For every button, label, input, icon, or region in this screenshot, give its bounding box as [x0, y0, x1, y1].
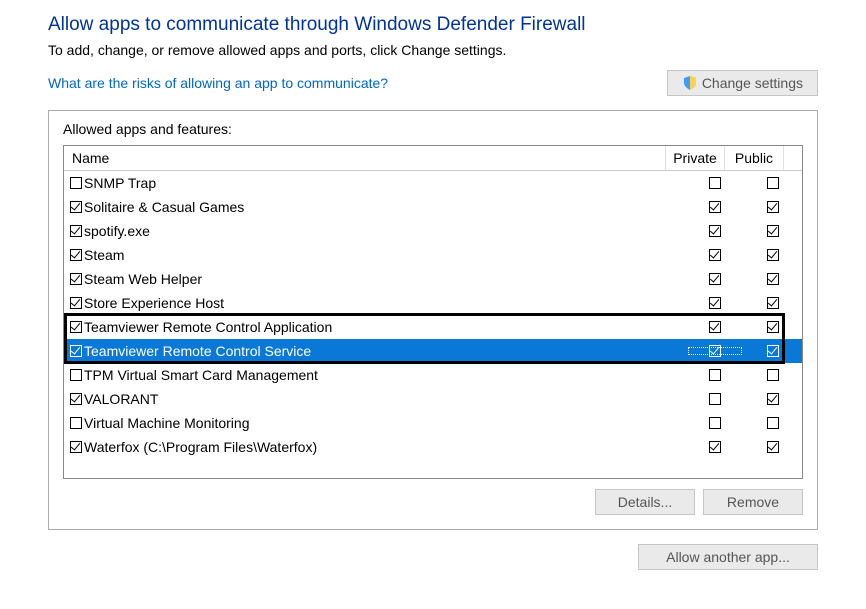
- public-checkbox[interactable]: [767, 345, 779, 357]
- list-item[interactable]: Steam Web Helper: [64, 267, 802, 291]
- public-checkbox[interactable]: [767, 297, 779, 309]
- list-item[interactable]: Virtual Machine Monitoring: [64, 411, 802, 435]
- allowed-apps-groupbox: Allowed apps and features: Name Private …: [48, 110, 818, 530]
- private-checkbox[interactable]: [709, 225, 721, 237]
- app-name: SNMP Trap: [84, 175, 156, 191]
- risks-link[interactable]: What are the risks of allowing an app to…: [48, 75, 388, 91]
- column-public[interactable]: Public: [725, 146, 784, 170]
- list-item[interactable]: SNMP Trap: [64, 171, 802, 195]
- enable-checkbox[interactable]: [70, 297, 82, 309]
- app-name: Waterfox (C:\Program Files\Waterfox): [84, 439, 317, 455]
- enable-checkbox[interactable]: [70, 441, 82, 453]
- page-subtitle: To add, change, or remove allowed apps a…: [48, 42, 818, 58]
- app-name: spotify.exe: [84, 223, 150, 239]
- allow-another-app-button[interactable]: Allow another app...: [638, 544, 818, 570]
- page-title: Allow apps to communicate through Window…: [48, 14, 818, 36]
- enable-checkbox[interactable]: [70, 417, 82, 429]
- public-checkbox[interactable]: [767, 393, 779, 405]
- group-label: Allowed apps and features:: [63, 121, 803, 137]
- public-checkbox[interactable]: [767, 273, 779, 285]
- private-checkbox[interactable]: [709, 201, 721, 213]
- public-checkbox[interactable]: [767, 441, 779, 453]
- public-checkbox[interactable]: [767, 225, 779, 237]
- list-item[interactable]: spotify.exe: [64, 219, 802, 243]
- enable-checkbox[interactable]: [70, 177, 82, 189]
- app-name: Store Experience Host: [84, 295, 224, 311]
- enable-checkbox[interactable]: [70, 225, 82, 237]
- private-checkbox[interactable]: [709, 393, 721, 405]
- list-item[interactable]: Waterfox (C:\Program Files\Waterfox): [64, 435, 802, 459]
- private-checkbox[interactable]: [709, 177, 721, 189]
- change-settings-button[interactable]: Change settings: [667, 70, 818, 96]
- app-name: Teamviewer Remote Control Application: [84, 319, 332, 335]
- app-name: Virtual Machine Monitoring: [84, 415, 250, 431]
- enable-checkbox[interactable]: [70, 321, 82, 333]
- private-checkbox[interactable]: [709, 345, 721, 357]
- list-item[interactable]: Teamviewer Remote Control Service: [64, 339, 802, 363]
- app-name: Steam Web Helper: [84, 271, 202, 287]
- public-checkbox[interactable]: [767, 201, 779, 213]
- column-private[interactable]: Private: [666, 146, 725, 170]
- change-settings-label: Change settings: [702, 75, 803, 91]
- private-checkbox[interactable]: [709, 273, 721, 285]
- remove-button[interactable]: Remove: [703, 489, 803, 515]
- app-name: TPM Virtual Smart Card Management: [84, 367, 318, 383]
- private-checkbox[interactable]: [709, 297, 721, 309]
- enable-checkbox[interactable]: [70, 273, 82, 285]
- enable-checkbox[interactable]: [70, 393, 82, 405]
- enable-checkbox[interactable]: [70, 249, 82, 261]
- column-name[interactable]: Name: [64, 146, 666, 170]
- list-item[interactable]: Store Experience Host: [64, 291, 802, 315]
- public-checkbox[interactable]: [767, 369, 779, 381]
- apps-list[interactable]: Name Private Public SNMP Trap Solitaire &…: [63, 145, 803, 479]
- list-header: Name Private Public: [64, 146, 802, 171]
- list-item[interactable]: TPM Virtual Smart Card Management: [64, 363, 802, 387]
- app-name: Teamviewer Remote Control Service: [84, 343, 311, 359]
- private-checkbox[interactable]: [709, 369, 721, 381]
- private-checkbox[interactable]: [709, 441, 721, 453]
- private-checkbox[interactable]: [709, 321, 721, 333]
- list-item[interactable]: Teamviewer Remote Control Application: [64, 315, 802, 339]
- app-name: Steam: [84, 247, 124, 263]
- list-item[interactable]: Solitaire & Casual Games: [64, 195, 802, 219]
- public-checkbox[interactable]: [767, 417, 779, 429]
- public-checkbox[interactable]: [767, 177, 779, 189]
- private-checkbox[interactable]: [709, 249, 721, 261]
- enable-checkbox[interactable]: [70, 345, 82, 357]
- list-item[interactable]: VALORANT: [64, 387, 802, 411]
- enable-checkbox[interactable]: [70, 369, 82, 381]
- private-checkbox[interactable]: [709, 417, 721, 429]
- details-button[interactable]: Details...: [595, 489, 695, 515]
- list-item[interactable]: Steam: [64, 243, 802, 267]
- app-name: VALORANT: [84, 391, 158, 407]
- public-checkbox[interactable]: [767, 321, 779, 333]
- app-name: Solitaire & Casual Games: [84, 199, 244, 215]
- public-checkbox[interactable]: [767, 249, 779, 261]
- enable-checkbox[interactable]: [70, 201, 82, 213]
- shield-icon: [682, 75, 698, 91]
